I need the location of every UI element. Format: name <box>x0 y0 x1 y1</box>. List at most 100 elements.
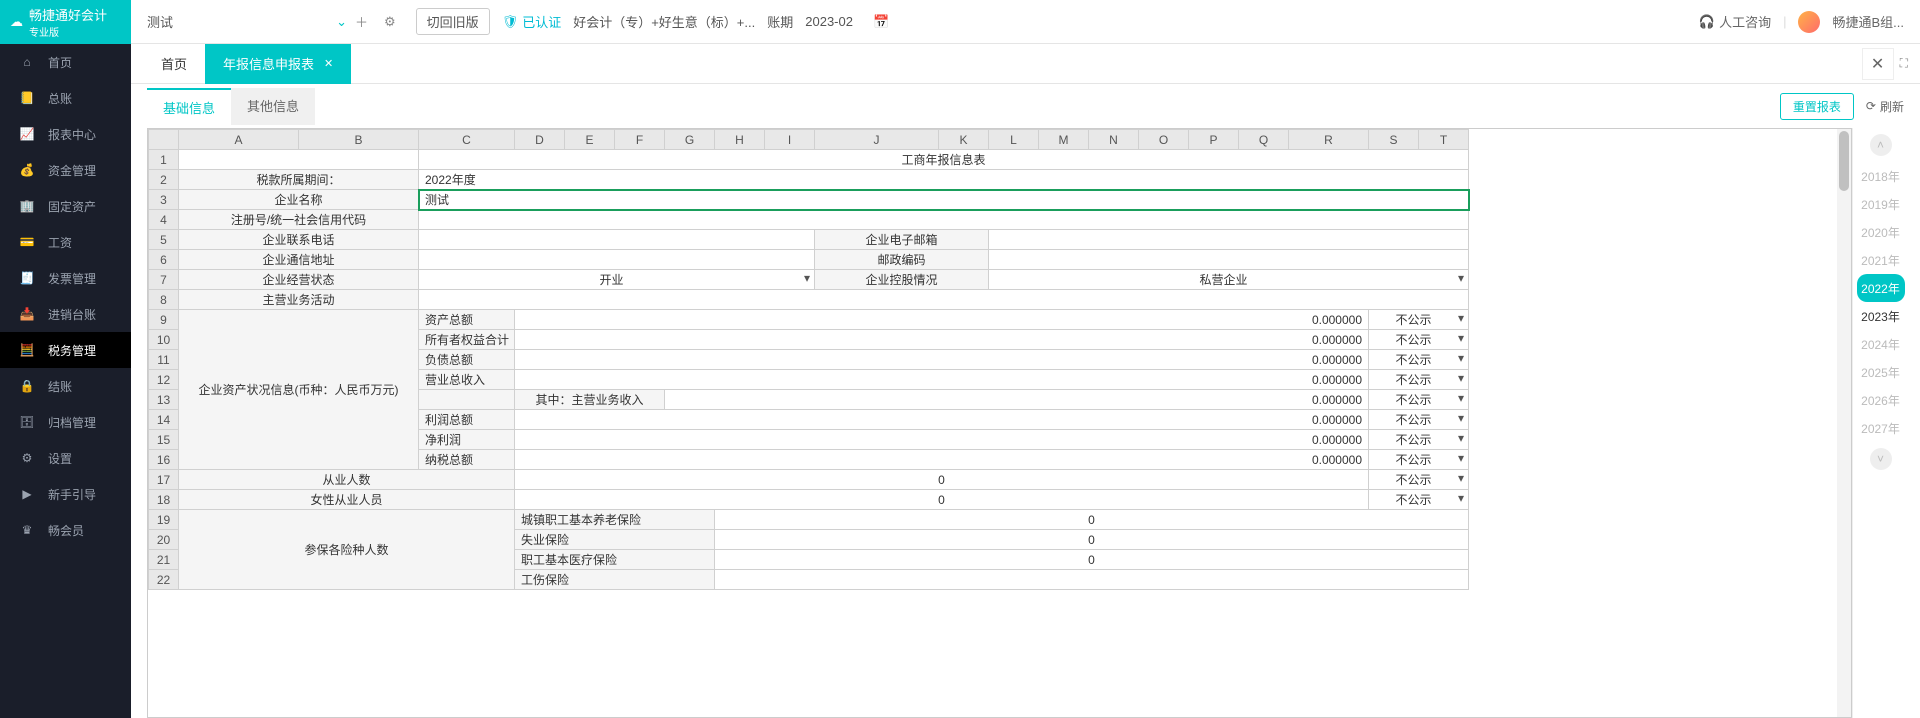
corner-cell[interactable] <box>149 130 179 150</box>
publish-select[interactable]: 不公示 <box>1369 330 1469 350</box>
year-option[interactable]: 2019年 <box>1857 190 1905 218</box>
spreadsheet[interactable]: ABCDEFGHIJKLMNOPQRST 1工商年报信息表2税款所属期间：202… <box>147 128 1852 718</box>
vertical-scrollbar[interactable] <box>1837 129 1851 717</box>
column-header[interactable]: P <box>1189 130 1239 150</box>
column-header[interactable]: O <box>1139 130 1189 150</box>
blank-cell[interactable] <box>179 150 419 170</box>
reg-code-input[interactable] <box>419 210 1469 230</box>
add-company-icon[interactable]: ＋ <box>355 12 368 31</box>
row-header[interactable]: 9 <box>149 310 179 330</box>
sidebar-item-13[interactable]: ♛畅会员 <box>0 512 131 548</box>
column-header[interactable]: R <box>1289 130 1369 150</box>
column-header[interactable]: L <box>989 130 1039 150</box>
row-header[interactable]: 8 <box>149 290 179 310</box>
publish-select[interactable]: 不公示 <box>1369 450 1469 470</box>
year-option[interactable]: 2022年 <box>1857 274 1905 302</box>
row-header[interactable]: 5 <box>149 230 179 250</box>
year-option[interactable]: 2025年 <box>1857 358 1905 386</box>
sidebar-item-7[interactable]: 📥进销台账 <box>0 296 131 332</box>
refresh-button[interactable]: ⟳ 刷新 <box>1866 98 1904 115</box>
year-option[interactable]: 2018年 <box>1857 162 1905 190</box>
sidebar-item-2[interactable]: 📈报表中心 <box>0 116 131 152</box>
column-header[interactable]: A <box>179 130 299 150</box>
metric-value[interactable]: 0.000000 <box>515 410 1369 430</box>
switch-old-version-button[interactable]: 切回旧版 <box>416 8 490 35</box>
row-header[interactable]: 10 <box>149 330 179 350</box>
sidebar-item-11[interactable]: ⚙设置 <box>0 440 131 476</box>
row-header[interactable]: 17 <box>149 470 179 490</box>
postcode-input[interactable] <box>989 250 1469 270</box>
year-option[interactable]: 2023年 <box>1857 302 1905 330</box>
publish-select[interactable]: 不公示 <box>1369 470 1469 490</box>
year-down-icon[interactable]: ˅ <box>1870 448 1892 470</box>
metric-value[interactable]: 0.000000 <box>515 450 1369 470</box>
employee-count-value[interactable]: 0 <box>515 470 1369 490</box>
sidebar-item-6[interactable]: 🧾发票管理 <box>0 260 131 296</box>
sidebar-item-10[interactable]: 🗄归档管理 <box>0 404 131 440</box>
year-option[interactable]: 2027年 <box>1857 414 1905 442</box>
row-header[interactable]: 18 <box>149 490 179 510</box>
tab-home[interactable]: 首页 <box>143 44 205 84</box>
row-header[interactable]: 19 <box>149 510 179 530</box>
insurance-value[interactable]: 0 <box>715 530 1469 550</box>
column-header[interactable]: E <box>565 130 615 150</box>
year-option[interactable]: 2024年 <box>1857 330 1905 358</box>
sidebar-item-4[interactable]: 🏢固定资产 <box>0 188 131 224</box>
main-biz-input[interactable] <box>419 290 1469 310</box>
close-all-tabs-button[interactable]: ✕ <box>1862 48 1894 80</box>
row-header[interactable]: 7 <box>149 270 179 290</box>
subtab-basic-info[interactable]: 基础信息 <box>147 88 231 125</box>
column-header[interactable]: B <box>299 130 419 150</box>
metric-value[interactable]: 0.000000 <box>515 330 1369 350</box>
year-option[interactable]: 2020年 <box>1857 218 1905 246</box>
publish-select[interactable]: 不公示 <box>1369 390 1469 410</box>
column-header[interactable]: H <box>715 130 765 150</box>
sidebar-item-12[interactable]: ▶新手引导 <box>0 476 131 512</box>
company-name-input[interactable]: 测试 <box>419 190 1469 210</box>
company-selector[interactable]: 测试 ⌄ <box>147 12 347 31</box>
address-input[interactable] <box>419 250 815 270</box>
column-header[interactable]: S <box>1369 130 1419 150</box>
publish-select[interactable]: 不公示 <box>1369 410 1469 430</box>
sidebar-item-8[interactable]: 🧮税务管理 <box>0 332 131 368</box>
close-icon[interactable]: ✕ <box>324 57 333 70</box>
customer-service-link[interactable]: 🎧 人工咨询 <box>1699 12 1771 31</box>
insurance-value[interactable] <box>715 570 1469 590</box>
row-header[interactable]: 4 <box>149 210 179 230</box>
fullscreen-icon[interactable]: ⛶ <box>1900 56 1908 71</box>
year-option[interactable]: 2026年 <box>1857 386 1905 414</box>
insurance-value[interactable]: 0 <box>715 510 1469 530</box>
tab-annual-report[interactable]: 年报信息申报表 ✕ <box>205 44 351 84</box>
publish-select[interactable]: 不公示 <box>1369 490 1469 510</box>
row-header[interactable]: 21 <box>149 550 179 570</box>
metric-value[interactable]: 0.000000 <box>515 310 1369 330</box>
tax-period-value[interactable]: 2022年度 <box>419 170 1469 190</box>
column-header[interactable]: C <box>419 130 515 150</box>
column-header[interactable]: N <box>1089 130 1139 150</box>
publish-select[interactable]: 不公示 <box>1369 310 1469 330</box>
column-header[interactable]: K <box>939 130 989 150</box>
row-header[interactable]: 20 <box>149 530 179 550</box>
insurance-value[interactable]: 0 <box>715 550 1469 570</box>
row-header[interactable]: 22 <box>149 570 179 590</box>
biz-status-select[interactable]: 开业 <box>419 270 815 290</box>
female-count-value[interactable]: 0 <box>515 490 1369 510</box>
column-header[interactable]: F <box>615 130 665 150</box>
reset-report-button[interactable]: 重置报表 <box>1780 93 1854 120</box>
period-value[interactable]: 2023-02 <box>805 14 853 29</box>
publish-select[interactable]: 不公示 <box>1369 430 1469 450</box>
column-header[interactable]: M <box>1039 130 1089 150</box>
metric-value[interactable]: 0.000000 <box>515 430 1369 450</box>
phone-input[interactable] <box>419 230 815 250</box>
scrollbar-thumb[interactable] <box>1839 131 1849 191</box>
row-header[interactable]: 3 <box>149 190 179 210</box>
row-header[interactable]: 11 <box>149 350 179 370</box>
subtab-other-info[interactable]: 其他信息 <box>231 88 315 125</box>
sidebar-item-9[interactable]: 🔒结账 <box>0 368 131 404</box>
metric-value[interactable]: 0.000000 <box>665 390 1369 410</box>
sidebar-item-3[interactable]: 💰资金管理 <box>0 152 131 188</box>
sidebar-item-5[interactable]: 💳工资 <box>0 224 131 260</box>
avatar[interactable] <box>1798 11 1820 33</box>
year-up-icon[interactable]: ˄ <box>1870 134 1892 156</box>
email-input[interactable] <box>989 230 1469 250</box>
